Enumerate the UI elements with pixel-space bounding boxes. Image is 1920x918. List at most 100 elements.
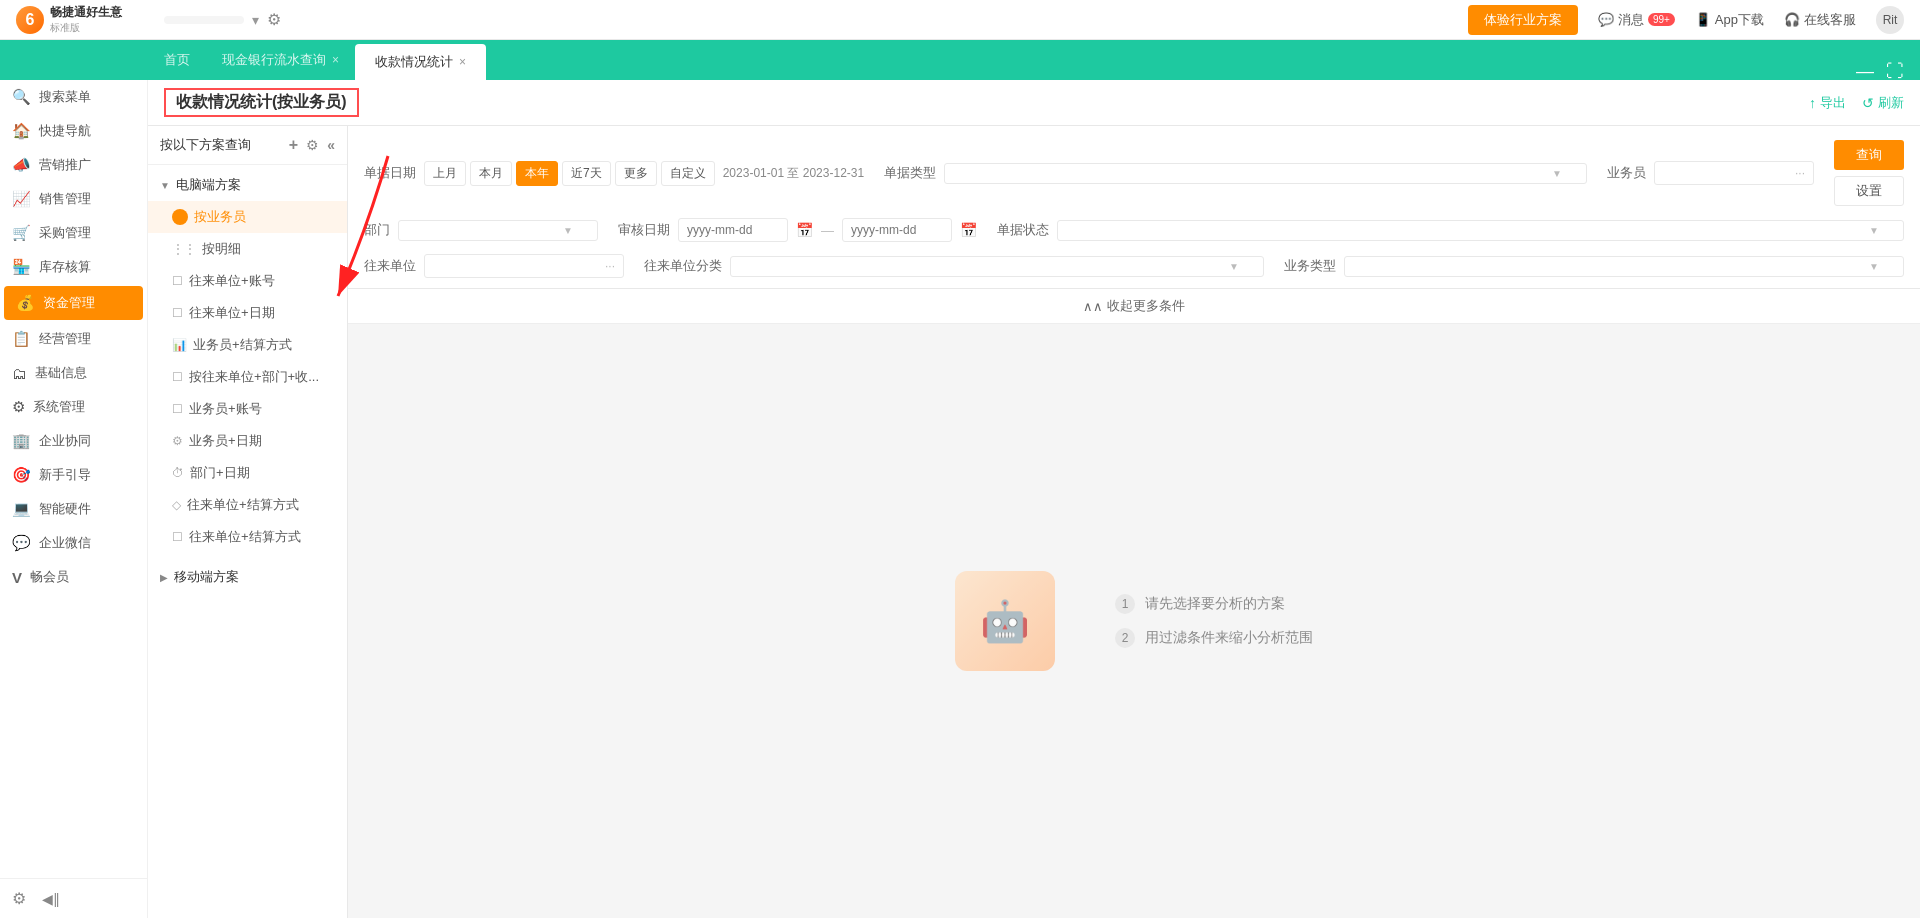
sidebar-item-finance[interactable]: 💰 资金管理: [4, 286, 143, 320]
avatar[interactable]: Rit: [1876, 6, 1904, 34]
sales-icon: 📈: [12, 190, 31, 208]
guide-icon: 🎯: [12, 466, 31, 484]
app-name: 畅捷通好生意: [50, 4, 122, 21]
calendar-icon-1[interactable]: 📅: [796, 222, 813, 238]
scheme-item-partner-account[interactable]: ☐ 往来单位+账号: [148, 265, 347, 297]
basic-icon: 🗂: [12, 365, 27, 382]
sidebar-item-purchase[interactable]: 🛒 采购管理: [0, 216, 147, 250]
settings-filter-btn[interactable]: 设置: [1834, 176, 1904, 206]
breadcrumb-bar[interactable]: [164, 16, 244, 24]
tab-cash-flow-close[interactable]: ×: [332, 53, 339, 67]
biz-type-select[interactable]: ▼: [1344, 256, 1904, 277]
salesperson-dots[interactable]: ···: [1795, 166, 1805, 180]
service-btn[interactable]: 🎧 在线客服: [1784, 11, 1856, 29]
trial-btn[interactable]: 体验行业方案: [1468, 5, 1578, 35]
sidebar-item-basic[interactable]: 🗂 基础信息: [0, 356, 147, 390]
salesperson-input[interactable]: ···: [1654, 161, 1814, 185]
date-range-display: 2023-01-01 至 2023-12-31: [723, 165, 864, 182]
wechat-icon: 💬: [12, 534, 31, 552]
tab-collection-stats[interactable]: 收款情况统计 ×: [355, 44, 486, 80]
scheme-item-dept-collection[interactable]: ☐ 按往来单位+部门+收...: [148, 361, 347, 393]
empty-hint-2: 2 用过滤条件来缩小分析范围: [1115, 628, 1313, 648]
search-icon: 🔍: [12, 88, 31, 106]
scheme-add-btn[interactable]: +: [289, 136, 298, 154]
sidebar-item-sales[interactable]: 📈 销售管理: [0, 182, 147, 216]
scheme-item-partner-date[interactable]: ☐ 往来单位+日期: [148, 297, 347, 329]
partner-account-icon: ☐: [172, 274, 183, 288]
export-icon: ↑: [1809, 95, 1816, 111]
scheme-item-salesperson-account[interactable]: ☐ 业务员+账号: [148, 393, 347, 425]
sidebar-item-guide[interactable]: 🎯 新手引导: [0, 458, 147, 492]
sidebar-item-marketing[interactable]: 📣 营销推广: [0, 148, 147, 182]
scheme-item-salesperson-settlement[interactable]: 📊 业务员+结算方式: [148, 329, 347, 361]
tab-maximize-btn[interactable]: ⛶: [1886, 62, 1904, 80]
tab-home[interactable]: 首页: [148, 40, 206, 80]
scheme-item-detail[interactable]: ⋮⋮ 按明细: [148, 233, 347, 265]
scheme-collapse-icon[interactable]: «: [327, 137, 335, 153]
sidebar-bottom-settings[interactable]: ⚙: [12, 889, 26, 908]
breadcrumb-dropdown[interactable]: ▾: [252, 12, 259, 28]
inventory-icon: 🏪: [12, 258, 31, 276]
empty-state-image: 🤖: [955, 571, 1055, 671]
export-btn[interactable]: ↑ 导出: [1809, 94, 1846, 112]
message-icon: 💬: [1598, 12, 1614, 27]
query-btn[interactable]: 查询: [1834, 140, 1904, 170]
hardware-icon: 💻: [12, 500, 31, 518]
partner-category-select[interactable]: ▼: [730, 256, 1264, 277]
date-btn-last-month[interactable]: 上月: [424, 161, 466, 186]
sidebar-item-system[interactable]: ⚙ 系统管理: [0, 390, 147, 424]
voucher-type-select[interactable]: ▼: [944, 163, 1587, 184]
date-btn-7days[interactable]: 近7天: [562, 161, 611, 186]
scheme-group-mobile-title[interactable]: ▶ 移动端方案: [148, 561, 347, 593]
scheme-item-partner-settlement2[interactable]: ☐ 往来单位+结算方式: [148, 521, 347, 553]
message-badge: 99+: [1648, 13, 1675, 26]
refresh-btn[interactable]: ↺ 刷新: [1862, 94, 1904, 112]
review-date-to[interactable]: [842, 218, 952, 242]
tab-minimize-btn[interactable]: —: [1856, 62, 1874, 80]
hint-num-1: 1: [1115, 594, 1135, 614]
sidebar-item-inventory[interactable]: 🏪 库存核算: [0, 250, 147, 284]
ps1-icon: ◇: [172, 498, 181, 512]
ps2-icon: ☐: [172, 530, 183, 544]
sidebar-item-member[interactable]: V 畅会员: [0, 560, 147, 594]
sidebar-item-wechat[interactable]: 💬 企业微信: [0, 526, 147, 560]
scheme-item-partner-settlement1[interactable]: ◇ 往来单位+结算方式: [148, 489, 347, 521]
settings-icon[interactable]: ⚙: [267, 10, 281, 29]
tab-collection-stats-close[interactable]: ×: [459, 55, 466, 69]
collapse-filter-btn[interactable]: ∧∧ 收起更多条件: [1083, 297, 1185, 315]
home-icon: 🏠: [12, 122, 31, 140]
sidebar-item-hardware[interactable]: 💻 智能硬件: [0, 492, 147, 526]
scheme-settings-icon[interactable]: ⚙: [306, 137, 319, 153]
business-icon: 📋: [12, 330, 31, 348]
date-btn-more[interactable]: 更多: [615, 161, 657, 186]
app-download-btn[interactable]: 📱 App下载: [1695, 11, 1764, 29]
partner-input[interactable]: ···: [424, 254, 624, 278]
sidebar-item-enterprise[interactable]: 🏢 企业协同: [0, 424, 147, 458]
message-btn[interactable]: 💬 消息 99+: [1598, 11, 1675, 29]
scheme-item-salesperson-date[interactable]: ⚙ 业务员+日期: [148, 425, 347, 457]
refresh-icon: ↺: [1862, 95, 1874, 111]
date-btn-this-month[interactable]: 本月: [470, 161, 512, 186]
sidebar-item-search[interactable]: 🔍 搜索菜单: [0, 80, 147, 114]
scheme-group-desktop-title[interactable]: ▼ 电脑端方案: [148, 169, 347, 201]
dept-select[interactable]: ▼: [398, 220, 598, 241]
voucher-status-select[interactable]: ▼: [1057, 220, 1904, 241]
scheme-item-dept-date[interactable]: ⏱ 部门+日期: [148, 457, 347, 489]
date-btn-custom[interactable]: 自定义: [661, 161, 715, 186]
app-edition: 标准版: [50, 21, 122, 35]
review-date-from[interactable]: [678, 218, 788, 242]
service-icon: 🎧: [1784, 12, 1800, 27]
sidebar-bottom-collapse[interactable]: ◀‖: [42, 891, 60, 907]
sidebar-item-business[interactable]: 📋 经营管理: [0, 322, 147, 356]
collapse-icon: ∧∧: [1083, 299, 1103, 314]
scheme-item-salesperson[interactable]: 按业务员: [148, 201, 347, 233]
date-btn-this-year[interactable]: 本年: [516, 161, 558, 186]
calendar-icon-2[interactable]: 📅: [960, 222, 977, 238]
dept-icon: ☐: [172, 370, 183, 384]
scheme-group-mobile: ▶ 移动端方案: [148, 557, 347, 597]
partner-dots[interactable]: ···: [605, 259, 615, 273]
tab-cash-flow[interactable]: 现金银行流水查询 ×: [206, 40, 355, 80]
sidebar-item-nav[interactable]: 🏠 快捷导航: [0, 114, 147, 148]
date-label: 单据日期: [364, 164, 416, 182]
system-icon: ⚙: [12, 398, 25, 416]
